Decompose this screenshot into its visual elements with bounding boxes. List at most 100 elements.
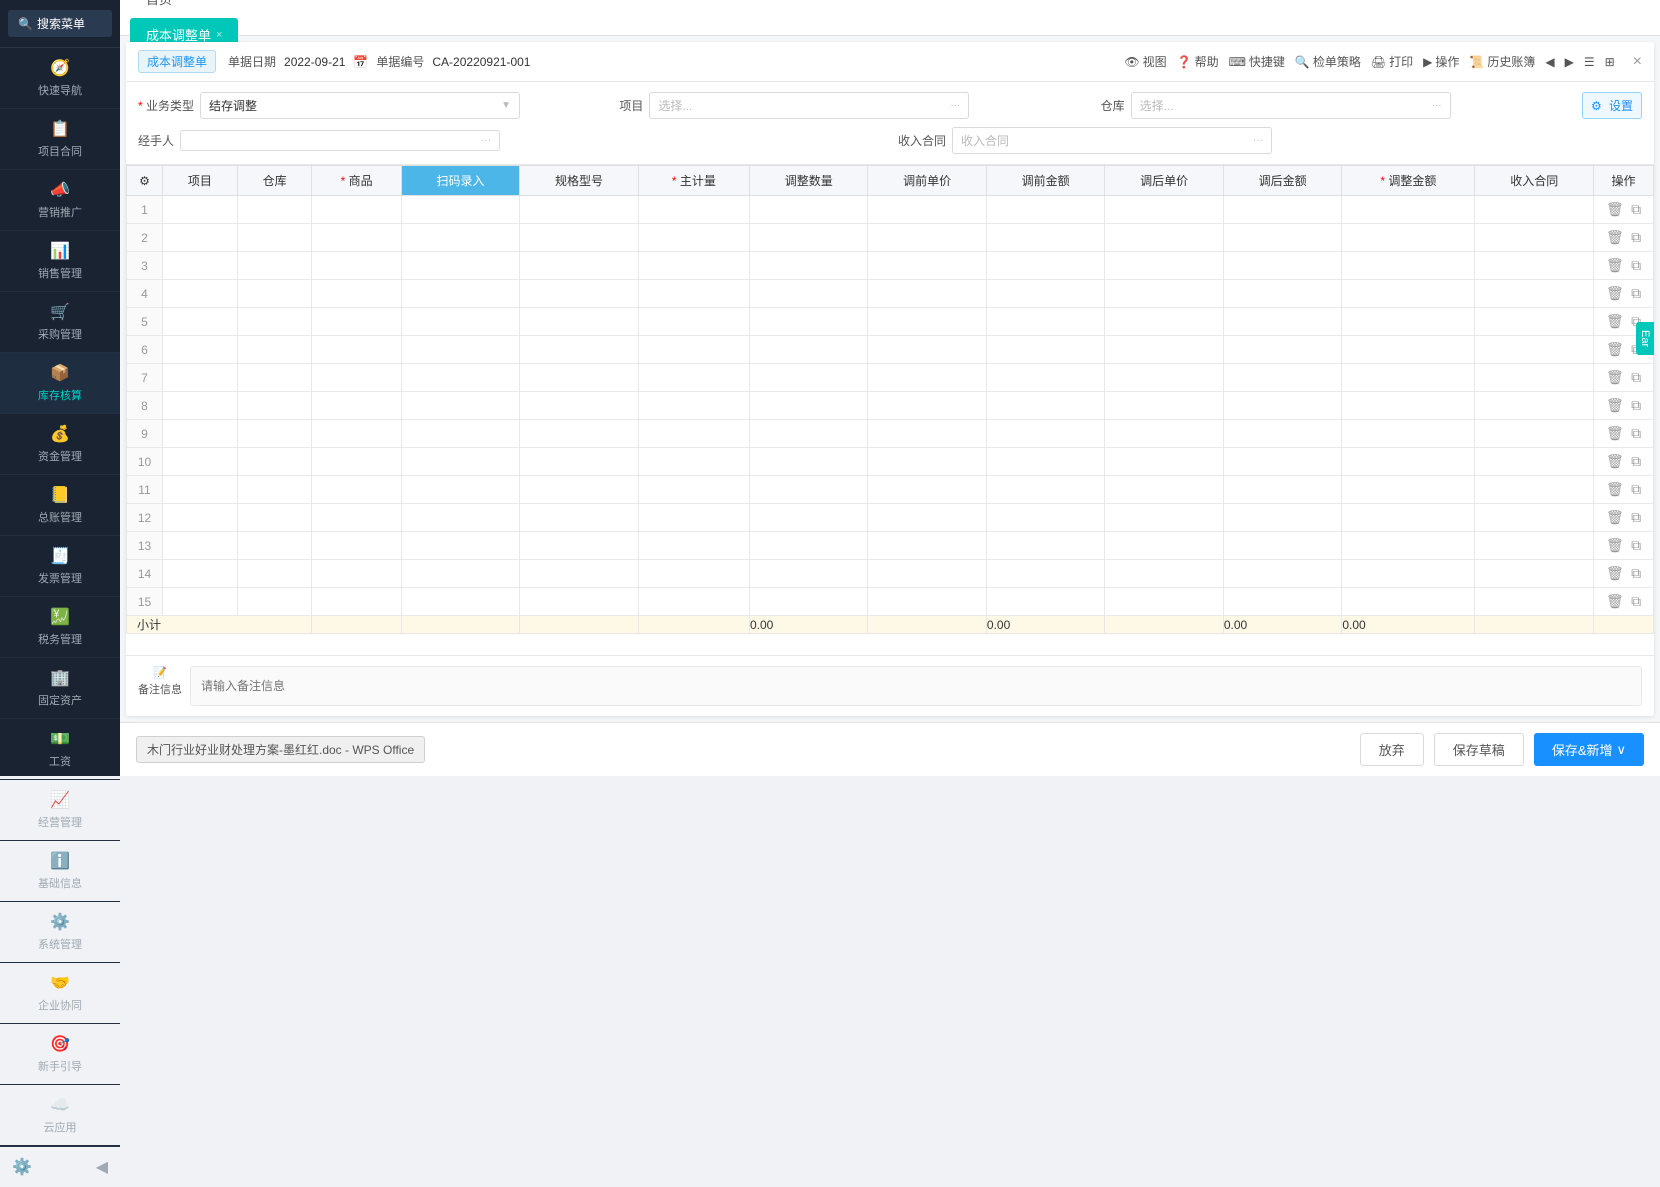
income-contract-input[interactable]: 收入合同 ··· xyxy=(952,127,1272,154)
row-15-unit[interactable] xyxy=(638,588,749,616)
row-15-copy-icon[interactable]: ⧉ xyxy=(1631,593,1641,609)
row-9-after-amount[interactable] xyxy=(1223,420,1341,448)
row-1-prev-price[interactable] xyxy=(868,196,986,224)
row-13-delete-icon[interactable]: 🗑 xyxy=(1606,537,1624,553)
row-6-scan[interactable] xyxy=(401,336,519,364)
row-10-after-price[interactable] xyxy=(1105,448,1223,476)
save-button[interactable]: 保存&新增 ∨ xyxy=(1534,733,1644,766)
row-1-copy-icon[interactable]: ⧉ xyxy=(1631,201,1641,217)
row-4-spec[interactable] xyxy=(520,280,638,308)
draft-button[interactable]: 保存草稿 xyxy=(1434,733,1524,766)
row-5-prev-amount[interactable] xyxy=(986,308,1104,336)
check-action[interactable]: 🔍 检单策略 xyxy=(1295,53,1361,70)
row-12-unit[interactable] xyxy=(638,504,749,532)
row-2-unit[interactable] xyxy=(638,224,749,252)
row-6-unit[interactable] xyxy=(638,336,749,364)
row-7-after-amount[interactable] xyxy=(1223,364,1341,392)
row-13-after-amount[interactable] xyxy=(1223,532,1341,560)
row-12-prev-price[interactable] xyxy=(868,504,986,532)
row-12-product[interactable] xyxy=(312,504,401,532)
row-7-delete-icon[interactable]: 🗑 xyxy=(1606,369,1624,385)
row-14-spec[interactable] xyxy=(520,560,638,588)
row-2-product[interactable] xyxy=(312,224,401,252)
row-5-adj-amount[interactable] xyxy=(1342,308,1475,336)
row-4-adj-qty[interactable] xyxy=(749,280,867,308)
sidebar-item-cloud[interactable]: ☁️ 云应用 xyxy=(0,1085,120,1146)
row-3-copy-icon[interactable]: ⧉ xyxy=(1631,257,1641,273)
row-13-unit[interactable] xyxy=(638,532,749,560)
row-9-adj-qty[interactable] xyxy=(749,420,867,448)
row-8-delete-icon[interactable]: 🗑 xyxy=(1606,397,1624,413)
row-3-unit[interactable] xyxy=(638,252,749,280)
row-3-prev-amount[interactable] xyxy=(986,252,1104,280)
row-2-income-contract[interactable] xyxy=(1475,224,1594,252)
collapse-icon[interactable]: ◀ xyxy=(96,1157,108,1177)
row-1-spec[interactable] xyxy=(520,196,638,224)
row-3-after-amount[interactable] xyxy=(1223,252,1341,280)
row-5-unit[interactable] xyxy=(638,308,749,336)
sidebar-item-finance[interactable]: 💰 资金管理 xyxy=(0,414,120,475)
row-10-scan[interactable] xyxy=(401,448,519,476)
row-4-delete-icon[interactable]: 🗑 xyxy=(1606,285,1624,301)
row-1-warehouse[interactable] xyxy=(237,196,312,224)
row-1-delete-icon[interactable]: 🗑 xyxy=(1606,201,1624,217)
row-2-prev-amount[interactable] xyxy=(986,224,1104,252)
row-5-income-contract[interactable] xyxy=(1475,308,1594,336)
row-15-after-amount[interactable] xyxy=(1223,588,1341,616)
row-4-scan[interactable] xyxy=(401,280,519,308)
nav-next[interactable]: ▶ xyxy=(1565,55,1574,69)
row-2-adj-amount[interactable] xyxy=(1342,224,1475,252)
row-14-adj-qty[interactable] xyxy=(749,560,867,588)
row-6-prev-amount[interactable] xyxy=(986,336,1104,364)
warehouse-input[interactable]: 选择... ··· xyxy=(1131,92,1451,119)
row-8-after-amount[interactable] xyxy=(1223,392,1341,420)
row-7-product[interactable] xyxy=(312,364,401,392)
row-10-prev-price[interactable] xyxy=(868,448,986,476)
row-3-spec[interactable] xyxy=(520,252,638,280)
col-settings[interactable]: ⚙ xyxy=(127,166,163,196)
row-4-after-price[interactable] xyxy=(1105,280,1223,308)
sidebar-item-system[interactable]: ⚙️ 系统管理 xyxy=(0,902,120,963)
settings-input[interactable]: ⚙ 设置 xyxy=(1582,92,1642,119)
row-13-warehouse[interactable] xyxy=(237,532,312,560)
row-14-copy-icon[interactable]: ⧉ xyxy=(1631,565,1641,581)
row-11-prev-amount[interactable] xyxy=(986,476,1104,504)
col-scan[interactable]: 扫码录入 xyxy=(401,166,519,196)
row-15-spec[interactable] xyxy=(520,588,638,616)
shortcut-action[interactable]: ⌨ 快捷键 xyxy=(1229,53,1285,70)
row-3-income-contract[interactable] xyxy=(1475,252,1594,280)
row-15-project[interactable] xyxy=(163,588,238,616)
row-2-spec[interactable] xyxy=(520,224,638,252)
sidebar-item-purchase-mgmt[interactable]: 🛒 采购管理 xyxy=(0,292,120,353)
row-1-adj-qty[interactable] xyxy=(749,196,867,224)
row-6-prev-price[interactable] xyxy=(868,336,986,364)
row-11-prev-price[interactable] xyxy=(868,476,986,504)
row-15-prev-price[interactable] xyxy=(868,588,986,616)
row-2-after-amount[interactable] xyxy=(1223,224,1341,252)
row-5-project[interactable] xyxy=(163,308,238,336)
row-6-after-amount[interactable] xyxy=(1223,336,1341,364)
row-11-delete-icon[interactable]: 🗑 xyxy=(1606,481,1624,497)
row-3-project[interactable] xyxy=(163,252,238,280)
row-11-adj-qty[interactable] xyxy=(749,476,867,504)
row-6-after-price[interactable] xyxy=(1105,336,1223,364)
row-9-delete-icon[interactable]: 🗑 xyxy=(1606,425,1624,441)
row-8-project[interactable] xyxy=(163,392,238,420)
row-15-product[interactable] xyxy=(312,588,401,616)
row-12-after-price[interactable] xyxy=(1105,504,1223,532)
row-7-project[interactable] xyxy=(163,364,238,392)
project-dots[interactable]: ··· xyxy=(950,100,960,111)
row-7-scan[interactable] xyxy=(401,364,519,392)
sidebar-item-ledger[interactable]: 📒 总账管理 xyxy=(0,475,120,536)
sidebar-item-salary[interactable]: 💵 工资 xyxy=(0,719,120,780)
row-8-warehouse[interactable] xyxy=(237,392,312,420)
close-button[interactable]: × xyxy=(1633,53,1642,71)
row-9-income-contract[interactable] xyxy=(1475,420,1594,448)
row-4-prev-amount[interactable] xyxy=(986,280,1104,308)
row-7-copy-icon[interactable]: ⧉ xyxy=(1631,369,1641,385)
row-13-prev-amount[interactable] xyxy=(986,532,1104,560)
row-3-adj-amount[interactable] xyxy=(1342,252,1475,280)
row-2-delete-icon[interactable]: 🗑 xyxy=(1606,229,1624,245)
row-3-after-price[interactable] xyxy=(1105,252,1223,280)
row-1-product[interactable] xyxy=(312,196,401,224)
